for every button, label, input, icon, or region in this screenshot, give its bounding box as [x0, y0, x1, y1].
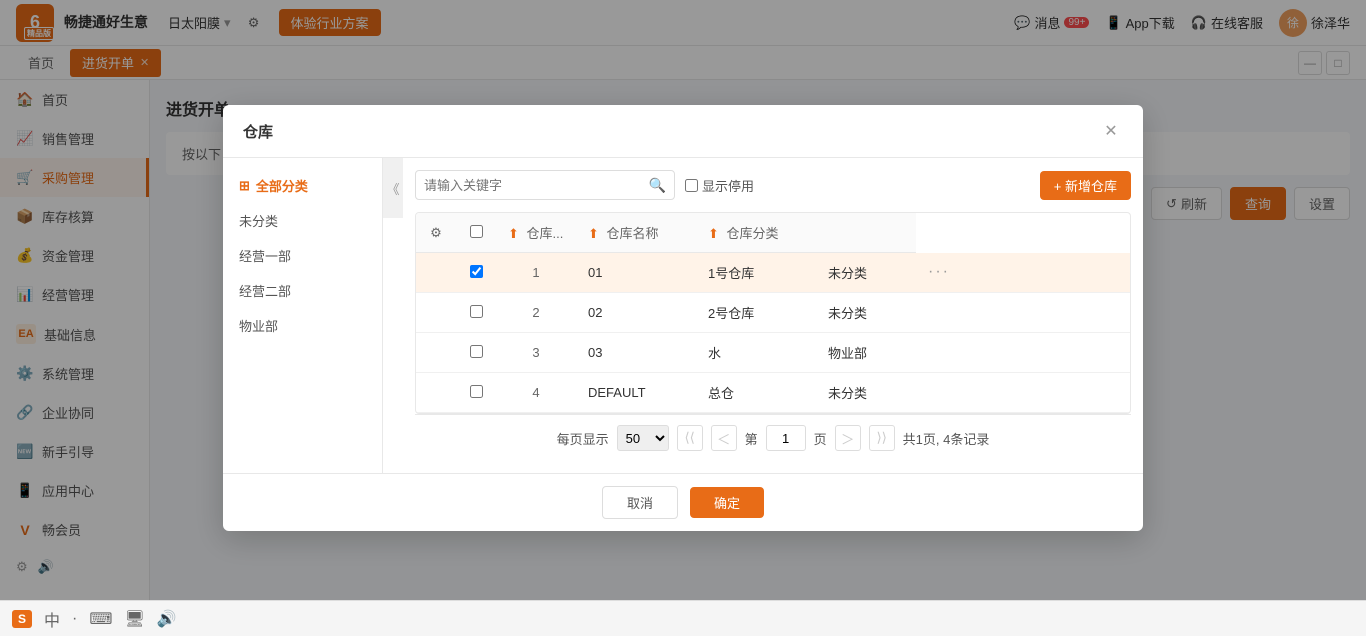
row-check-0 [456, 253, 496, 293]
col-header-gear: ⚙ [416, 213, 456, 253]
new-warehouse-button[interactable]: + 新增仓库 [1040, 171, 1131, 200]
row-more-icon[interactable]: ··· [928, 263, 950, 280]
bottom-keyboard-icon[interactable]: ⌨ [89, 609, 112, 629]
row-category-2: 物业部 [816, 333, 916, 373]
modal-overlay: 仓库 ✕ ⊞ 全部分类 未分类 经营一部 经营二部 物业部 《 [0, 0, 1366, 636]
bottom-logo: S [12, 610, 32, 628]
warehouse-modal: 仓库 ✕ ⊞ 全部分类 未分类 经营一部 经营二部 物业部 《 [223, 105, 1143, 531]
category-sidebar: ⊞ 全部分类 未分类 经营一部 经营二部 物业部 [223, 158, 383, 473]
table-header-row: ⚙ ⬆ 仓库... ⬆ 仓库名称 [416, 213, 1130, 253]
row-actions-1 [916, 293, 1130, 333]
table-row: 2 02 2号仓库 未分类 [416, 293, 1130, 333]
col-header-name[interactable]: ⬆ 仓库名称 [576, 213, 696, 253]
row-check-3 [456, 373, 496, 413]
row-code-3: DEFAULT [576, 373, 696, 413]
sort-icon: ⬆ [508, 226, 519, 241]
pagination: 每页显示 102050100 ⟨⟨ ＜ 第 页 ＞ ⟩⟩ 共1页, 4条记录 [415, 414, 1131, 461]
modal-close-button[interactable]: ✕ [1099, 119, 1123, 143]
row-name-2: 水 [696, 333, 816, 373]
row-checkbox-2[interactable] [470, 345, 483, 358]
modal-main-content: 🔍 显示停用 + 新增仓库 ⚙ [403, 158, 1143, 473]
row-num-0: 1 [496, 253, 576, 293]
search-icon: 🔍 [649, 177, 666, 194]
row-num-2: 3 [496, 333, 576, 373]
sort-icon-cat: ⬆ [708, 226, 719, 241]
row-checkbox-1[interactable] [470, 305, 483, 318]
warehouse-table: ⚙ ⬆ 仓库... ⬆ 仓库名称 [415, 212, 1131, 414]
row-checkbox-3[interactable] [470, 385, 483, 398]
all-categories-header[interactable]: ⊞ 全部分类 [223, 168, 382, 203]
row-code-0: 01 [576, 253, 696, 293]
row-gear-3 [416, 373, 456, 413]
modal-title: 仓库 [243, 121, 273, 142]
row-actions-3 [916, 373, 1130, 413]
row-gear-1 [416, 293, 456, 333]
select-all-checkbox[interactable] [470, 225, 483, 238]
search-input[interactable] [424, 178, 649, 193]
col-header-actions [816, 213, 916, 253]
sidebar-collapse-toggle[interactable]: 《 [383, 158, 403, 218]
row-checkbox-0[interactable] [470, 265, 483, 278]
next-page-button[interactable]: ＞ [835, 425, 861, 451]
table-row: 3 03 水 物业部 [416, 333, 1130, 373]
col-header-code[interactable]: ⬆ 仓库... [496, 213, 576, 253]
per-page-select[interactable]: 102050100 [617, 425, 669, 451]
modal-toolbar: 🔍 显示停用 + 新增仓库 [415, 170, 1131, 200]
category-property[interactable]: 物业部 [223, 308, 382, 343]
row-code-1: 02 [576, 293, 696, 333]
sort-icon-name: ⬆ [588, 226, 599, 241]
row-name-0: 1号仓库 [696, 253, 816, 293]
grid-icon: ⊞ [239, 178, 250, 194]
row-category-3: 未分类 [816, 373, 916, 413]
first-page-button[interactable]: ⟨⟨ [677, 425, 703, 451]
category-operations-2[interactable]: 经营二部 [223, 273, 382, 308]
row-gear-2 [416, 333, 456, 373]
row-category-1: 未分类 [816, 293, 916, 333]
row-check-1 [456, 293, 496, 333]
col-header-check [456, 213, 496, 253]
row-actions-2 [916, 333, 1130, 373]
cancel-button[interactable]: 取消 [602, 486, 678, 519]
show-disabled-checkbox-label[interactable]: 显示停用 [685, 176, 754, 195]
category-operations-1[interactable]: 经营一部 [223, 238, 382, 273]
row-name-1: 2号仓库 [696, 293, 816, 333]
last-page-button[interactable]: ⟩⟩ [869, 425, 895, 451]
search-input-wrapper: 🔍 [415, 170, 675, 200]
bottom-bar: S 中 · ⌨ 🖥 🔊 [0, 600, 1366, 636]
category-unclassified[interactable]: 未分类 [223, 203, 382, 238]
bottom-speaker-icon[interactable]: 🔊 [157, 609, 177, 629]
bottom-dot-icon[interactable]: · [72, 610, 77, 628]
table-row: 4 DEFAULT 总仓 未分类 [416, 373, 1130, 413]
prev-page-button[interactable]: ＜ [711, 425, 737, 451]
row-category-0: 未分类 [816, 253, 916, 293]
row-gear-0 [416, 253, 456, 293]
show-disabled-checkbox[interactable] [685, 179, 698, 192]
bottom-zh-icon[interactable]: 中 [44, 607, 60, 631]
confirm-button[interactable]: 确定 [690, 487, 764, 518]
row-num-3: 4 [496, 373, 576, 413]
row-check-2 [456, 333, 496, 373]
table-row: 1 01 1号仓库 未分类 ··· [416, 253, 1130, 293]
row-code-2: 03 [576, 333, 696, 373]
bottom-monitor-icon[interactable]: 🖥 [124, 609, 144, 629]
row-name-3: 总仓 [696, 373, 816, 413]
page-number-input[interactable] [766, 425, 806, 451]
modal-header: 仓库 ✕ [223, 105, 1143, 158]
modal-body: ⊞ 全部分类 未分类 经营一部 经营二部 物业部 《 🔍 [223, 158, 1143, 473]
row-actions-0: ··· [916, 253, 1130, 293]
modal-actions: 取消 确定 [223, 473, 1143, 531]
col-header-category[interactable]: ⬆ 仓库分类 [696, 213, 816, 253]
row-num-1: 2 [496, 293, 576, 333]
